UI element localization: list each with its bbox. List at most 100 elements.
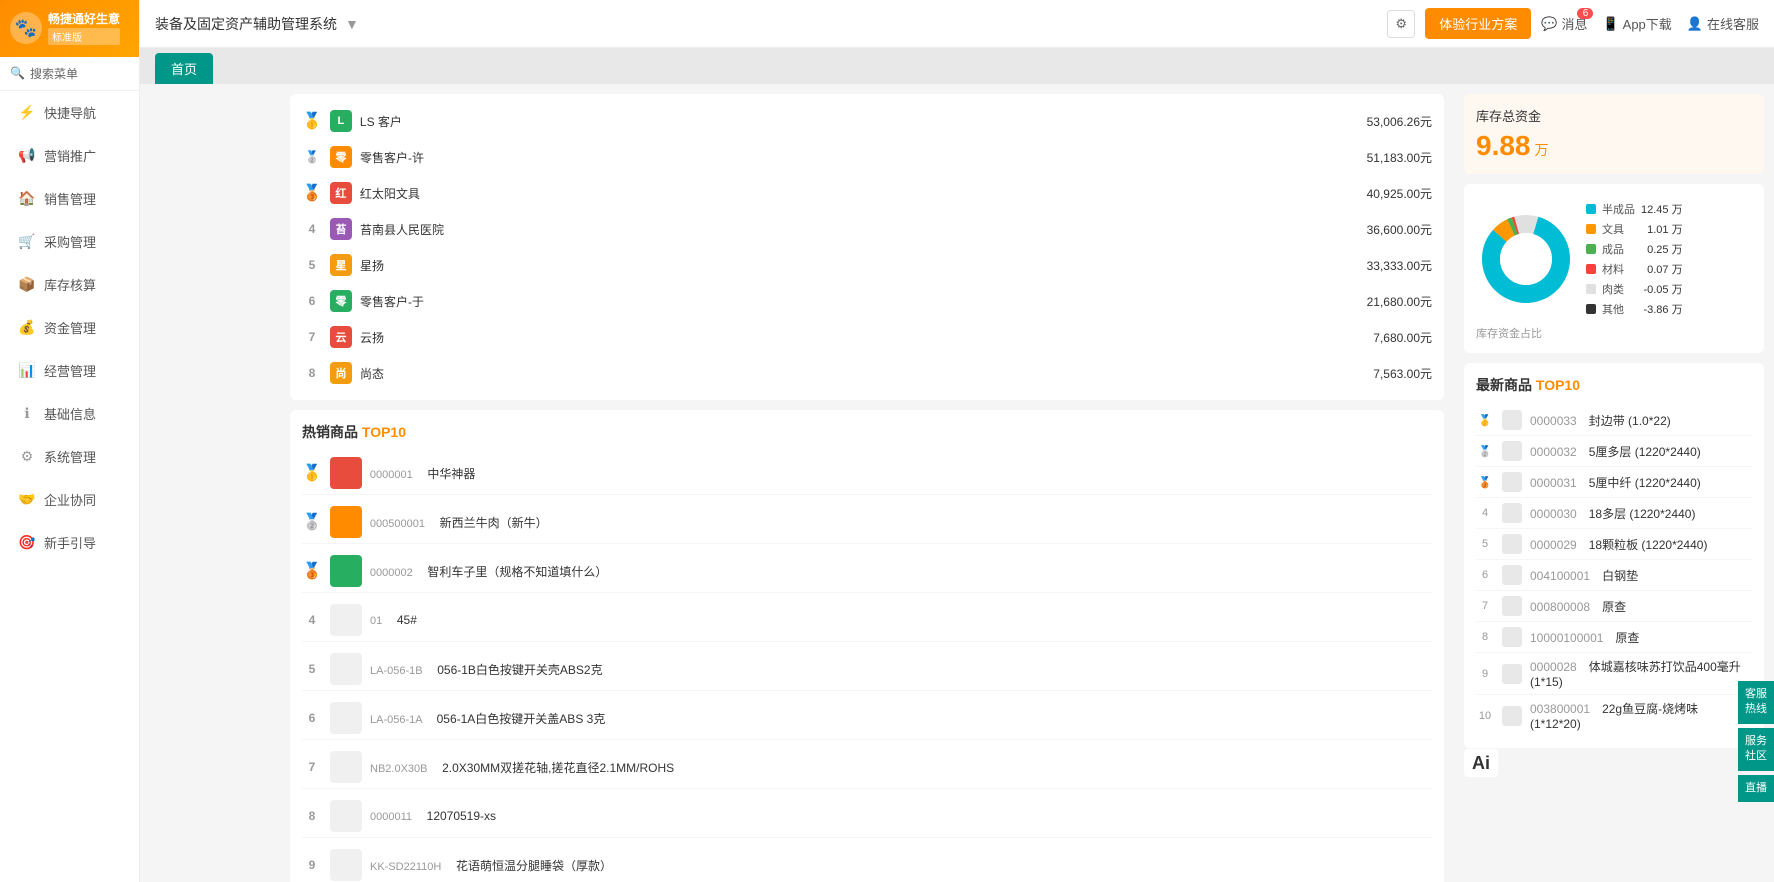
sidebar-item-xinshou[interactable]: 🎯 新手引导 — [0, 521, 139, 564]
product-thumb — [1502, 410, 1522, 430]
product-thumb — [330, 751, 362, 783]
medal-gold-icon: 🥇 — [302, 111, 322, 131]
donut-chart — [1476, 209, 1576, 309]
kuaijie-icon: ⚡ — [18, 103, 36, 121]
app-badge: 标准版 — [48, 28, 120, 45]
product-thumb — [330, 653, 362, 685]
product-thumb — [1502, 565, 1522, 585]
sidebar-item-caigou[interactable]: 🛒 采购管理 — [0, 220, 139, 263]
sidebar-item-xiaoshou[interactable]: 🏠 销售管理 — [0, 177, 139, 220]
new-top10-label: TOP10 — [1536, 377, 1580, 393]
rank-gold-icon: 🥇 — [302, 463, 322, 483]
hot-products-title: 热销商品 TOP10 — [302, 422, 1432, 442]
legend-name: 半成品 — [1602, 201, 1635, 217]
caigou-icon: 🛒 — [18, 232, 36, 250]
rank-number: 🥇 — [1476, 414, 1494, 427]
product-thumb — [1502, 596, 1522, 616]
sidebar-item-label: 快捷导航 — [44, 103, 96, 122]
rank-item: 6 零 零售客户-于 21,680.00元 — [302, 286, 1432, 316]
message-icon: 💬 — [1541, 16, 1557, 32]
service-community-button[interactable]: 服务社区 — [1738, 728, 1774, 771]
customer-name: 尚态 — [360, 365, 1365, 382]
new-product-item: 6 004100001 白钢垫 — [1476, 560, 1752, 591]
new-product-item: 10 003800001 22g鱼豆腐-烧烤味 (1*12*20) — [1476, 695, 1752, 736]
service-icon: 👤 — [1687, 16, 1703, 32]
rank-number: 8 — [302, 363, 322, 383]
legend-name: 文具 — [1602, 221, 1641, 237]
ai-label[interactable]: Ai — [1464, 749, 1498, 777]
rank-number: 7 — [302, 757, 322, 777]
legend-color-dot — [1586, 304, 1596, 314]
dropdown-icon[interactable]: ▼ — [345, 16, 359, 32]
rank-item: 🥉 红 红太阳文具 40,925.00元 — [302, 178, 1432, 208]
product-thumb — [1502, 627, 1522, 647]
rank-item: 5 星 星扬 33,333.00元 — [302, 250, 1432, 280]
product-info: 0000011 12070519-xs — [370, 808, 1432, 824]
online-service-button[interactable]: 👤 在线客服 — [1687, 14, 1759, 33]
new-product-item: 5 0000029 18颗粒板 (1220*2440) — [1476, 529, 1752, 560]
sidebar-item-label: 资金管理 — [44, 318, 96, 337]
new-product-item: 7 000800008 原查 — [1476, 591, 1752, 622]
sidebar-item-label: 经营管理 — [44, 361, 96, 380]
customer-value: 40,925.00元 — [1367, 185, 1432, 202]
sidebar-item-qiye[interactable]: 🤝 企业协同 — [0, 478, 139, 521]
rank-number: 🥉 — [1476, 476, 1494, 489]
hot-product-item: 7 NB2.0X30B 2.0X30MM双搓花轴,搓花直径2.1MM/ROHS — [302, 746, 1432, 789]
rank-number: 10 — [1476, 710, 1494, 722]
search-menu-label: 搜索菜单 — [30, 65, 78, 82]
product-thumb — [330, 849, 362, 881]
product-code: 0000002 — [370, 567, 424, 579]
float-service: 客服热线 服务社区 直播 — [1738, 681, 1774, 802]
customer-badge: 星 — [330, 254, 352, 276]
rank-item: 8 尚 尚态 7,563.00元 — [302, 358, 1432, 388]
product-name: 12070519-xs — [427, 809, 496, 823]
search-menu[interactable]: 🔍 搜索菜单 — [0, 57, 139, 91]
sidebar-item-label: 库存核算 — [44, 275, 96, 294]
legend-item: 半成品 12.45 万 — [1586, 201, 1683, 217]
sidebar-item-kucun[interactable]: 📦 库存核算 — [0, 263, 139, 306]
product-info: LA-056-1A 056-1A白色按键开关盖ABS 3克 — [370, 710, 1432, 727]
rank-number: 7 — [302, 327, 322, 347]
sidebar-item-jichu[interactable]: ℹ 基础信息 — [0, 392, 139, 435]
sidebar-item-yingxiao[interactable]: 📢 营销推广 — [0, 134, 139, 177]
legend-value: -3.86 万 — [1643, 301, 1682, 317]
product-thumb — [1502, 664, 1522, 684]
medal-bronze-icon: 🥉 — [302, 183, 322, 203]
message-button[interactable]: 💬 消息 6 — [1541, 14, 1587, 33]
rank-number: 🥈 — [1476, 445, 1494, 458]
sidebar: 🐾 畅捷通好生意 标准版 🔍 搜索菜单 ⚡ 快捷导航 📢 营销推广 🏠 销售管理… — [0, 0, 140, 882]
topbar-right: 💬 消息 6 📱 App下载 👤 在线客服 — [1541, 14, 1759, 33]
sidebar-nav: ⚡ 快捷导航 📢 营销推广 🏠 销售管理 🛒 采购管理 📦 库存核算 💰 资金管… — [0, 91, 139, 882]
rank-number: 6 — [302, 708, 322, 728]
sidebar-item-zijin[interactable]: 💰 资金管理 — [0, 306, 139, 349]
new-product-item: 8 10000100001 原查 — [1476, 622, 1752, 653]
product-name: 智利车子里（规格不知道填什么） — [427, 565, 607, 579]
live-button[interactable]: 直播 — [1738, 775, 1774, 802]
legend-name: 肉类 — [1602, 281, 1637, 297]
legend-color-dot — [1586, 284, 1596, 294]
experience-button[interactable]: 体验行业方案 — [1425, 8, 1531, 39]
sidebar-item-kuaijie[interactable]: ⚡ 快捷导航 — [0, 91, 139, 134]
legend-color-dot — [1586, 264, 1596, 274]
rank-number: 5 — [302, 659, 322, 679]
customer-name: 云扬 — [360, 329, 1365, 346]
sidebar-item-jingying[interactable]: 📊 经营管理 — [0, 349, 139, 392]
product-code: 0000001 — [370, 469, 424, 481]
xiaoshou-icon: 🏠 — [18, 189, 36, 207]
mobile-icon: 📱 — [1602, 16, 1618, 32]
legend-item: 肉类 -0.05 万 — [1586, 281, 1683, 297]
inventory-card: 库存总资金 9.88 万 — [1464, 94, 1764, 174]
jingying-icon: 📊 — [18, 361, 36, 379]
customer-service-button[interactable]: 客服热线 — [1738, 681, 1774, 724]
content-area: 🥇 L LS 客户 53,006.26元 🥈 零 零售客户-许 51,183.0… — [140, 84, 1774, 882]
home-tab[interactable]: 首页 — [155, 53, 213, 84]
product-info: 0000031 5厘中纤 (1220*2440) — [1530, 474, 1752, 491]
sidebar-logo: 🐾 畅捷通好生意 标准版 — [0, 0, 139, 57]
xinshou-icon: 🎯 — [18, 533, 36, 551]
settings-button[interactable]: ⚙ — [1387, 10, 1415, 38]
app-download-button[interactable]: 📱 App下载 — [1602, 14, 1671, 33]
hot-product-item: 9 KK-SD22110H 花语萌恒温分腿睡袋（厚款） — [302, 844, 1432, 882]
sidebar-item-xitong[interactable]: ⚙ 系统管理 — [0, 435, 139, 478]
product-code: 0000011 — [370, 811, 423, 823]
product-code: NB2.0X30B — [370, 763, 438, 775]
